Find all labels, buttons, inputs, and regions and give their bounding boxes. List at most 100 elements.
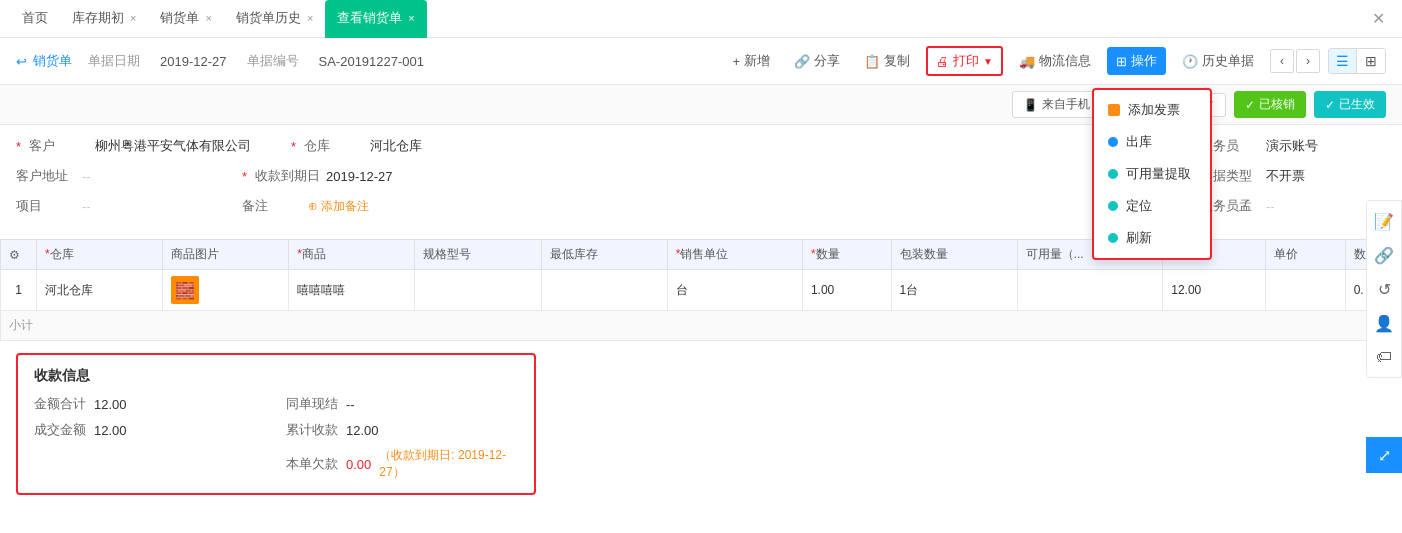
unit-price-col-header: 单价 <box>1266 240 1346 270</box>
tag-icon: 🏷 <box>1376 348 1392 366</box>
transaction-row: 成交金额 12.00 <box>34 421 266 439</box>
sidebar-user-button[interactable]: 👤 <box>1368 307 1400 339</box>
sales-unit-col-header: *销售单位 <box>667 240 802 270</box>
sidebar-note-button[interactable]: 📝 <box>1368 205 1400 237</box>
sidebar-tag-button[interactable]: 🏷 <box>1368 341 1400 373</box>
check-icon: ✓ <box>1245 98 1255 112</box>
locate-item[interactable]: 定位 <box>1094 190 1210 222</box>
total-amount-row: 金额合计 12.00 <box>34 395 266 413</box>
warehouse-col-header: *仓库 <box>37 240 163 270</box>
operation-button[interactable]: ⊞ 操作 <box>1107 47 1166 75</box>
window-close-button[interactable]: ✕ <box>1364 5 1392 33</box>
warehouse-field: * 仓库 河北仓库 <box>291 137 490 155</box>
available-qty-icon <box>1108 169 1118 179</box>
product-col-header: *商品 <box>289 240 415 270</box>
number-value: SA-20191227-001 <box>319 54 425 69</box>
logistics-icon: 🚚 <box>1019 54 1035 69</box>
tab-bar: 首页 库存期初 × 销货单 × 销货单历史 × 查看销货单 × ✕ <box>0 0 1402 38</box>
refresh-item[interactable]: 刷新 <box>1094 222 1210 254</box>
note-icon: 📝 <box>1374 212 1394 231</box>
copy-icon: 📋 <box>864 54 880 69</box>
share-button[interactable]: 🔗 分享 <box>786 48 848 74</box>
tab-close-view-sales[interactable]: × <box>408 12 414 24</box>
history-icon: 🕐 <box>1182 54 1198 69</box>
date-value: 2019-12-27 <box>160 54 227 69</box>
row-min-stock-cell <box>541 270 667 311</box>
print-icon: 🖨 <box>936 54 949 69</box>
tab-sales-order[interactable]: 销货单 × <box>148 0 223 38</box>
rotate-icon: ↺ <box>1378 280 1391 299</box>
model-col-header: 规格型号 <box>415 240 541 270</box>
balance-row: 本单欠款 0.00 （收款到期日: 2019-12-27） <box>286 447 518 481</box>
tab-close-inventory[interactable]: × <box>130 12 136 24</box>
grid-icon: ⊞ <box>1116 54 1127 69</box>
copy-button[interactable]: 📋 复制 <box>856 48 918 74</box>
tab-sales-history[interactable]: 销货单历史 × <box>224 0 325 38</box>
header-actions: + 新增 🔗 分享 📋 复制 🖨 打印 ▼ 🚚 物流信息 ⊞ <box>725 46 1387 76</box>
doc-header: ↩ 销货单 单据日期 2019-12-27 单据编号 SA-20191227-0… <box>0 38 1402 85</box>
tab-inventory-init[interactable]: 库存期初 × <box>60 0 148 38</box>
salesperson-field: * 业务员孟 -- <box>1187 197 1386 215</box>
tab-home[interactable]: 首页 <box>10 0 60 38</box>
row-product-img-cell: 🧱 <box>163 270 289 311</box>
next-doc-button[interactable]: › <box>1296 49 1320 73</box>
row-stock-cell: 12.00 <box>1163 270 1266 311</box>
product-thumbnail: 🧱 <box>171 276 199 304</box>
staff-field: 业务员 演示账号 <box>1200 137 1386 155</box>
plus-icon: + <box>733 54 741 69</box>
row-product-cell: 嘻嘻嘻嘻 <box>289 270 415 311</box>
plus-note-icon: ⊕ <box>308 199 318 213</box>
doc-meta: 单据日期 2019-12-27 单据编号 SA-20191227-001 <box>88 52 424 70</box>
prev-doc-button[interactable]: ‹ <box>1270 49 1294 73</box>
history-docs-button[interactable]: 🕐 历史单据 <box>1174 48 1262 74</box>
address-field: 客户地址 -- <box>16 167 202 185</box>
doc-type-icon: ↩ 销货单 <box>16 52 72 70</box>
add-note-button[interactable]: ⊕ 添加备注 <box>308 198 369 215</box>
subtotal-cell: 小计 <box>1 311 1402 341</box>
refresh-icon <box>1108 233 1118 243</box>
outbound-item[interactable]: 出库 <box>1094 126 1210 158</box>
expand-button[interactable]: ⤢ <box>1366 437 1402 473</box>
add-invoice-icon <box>1108 104 1120 116</box>
already-cancelled-button[interactable]: ✓ 已核销 <box>1234 91 1306 118</box>
tab-close-history[interactable]: × <box>307 12 313 24</box>
table-row: 1 河北仓库 🧱 嘻嘻嘻嘻 台 1.00 1台 12.00 0. <box>1 270 1402 311</box>
share-icon: 🔗 <box>794 54 810 69</box>
available-qty-item[interactable]: 可用量提取 <box>1094 158 1210 190</box>
pack-qty-col-header: 包装数量 <box>891 240 1017 270</box>
product-img-col-header: 商品图片 <box>163 240 289 270</box>
subtotal-row: 小计 <box>1 311 1402 341</box>
logistics-button[interactable]: 🚚 物流信息 <box>1011 48 1099 74</box>
row-num-cell: 1 <box>1 270 37 311</box>
row-model-cell <box>415 270 541 311</box>
from-mobile-button[interactable]: 📱 来自手机 <box>1012 91 1101 118</box>
user-icon: 👤 <box>1374 314 1394 333</box>
remark-field: 备注 ⊕ 添加备注 <box>242 197 369 215</box>
right-sidebar: 📝 🔗 ↺ 👤 🏷 <box>1366 200 1402 378</box>
cumulative-row: 累计收款 12.00 <box>286 421 518 439</box>
same-order-row: 同单现结 -- <box>286 395 518 413</box>
locate-icon <box>1108 201 1118 211</box>
doc-title-section: ↩ 销货单 单据日期 2019-12-27 单据编号 SA-20191227-0… <box>16 52 424 70</box>
sidebar-link-button[interactable]: 🔗 <box>1368 239 1400 271</box>
tab-view-sales[interactable]: 查看销货单 × <box>325 0 426 38</box>
min-stock-col-header: 最低库存 <box>541 240 667 270</box>
due-date-field: * 收款到期日 2019-12-27 <box>242 167 446 185</box>
sidebar-rotate-button[interactable]: ↺ <box>1368 273 1400 305</box>
new-button[interactable]: + 新增 <box>725 48 779 74</box>
outbound-icon <box>1108 137 1118 147</box>
add-invoice-item[interactable]: 添加发票 <box>1094 94 1210 126</box>
already-effective-button[interactable]: ✓ 已生效 <box>1314 91 1386 118</box>
effective-icon: ✓ <box>1325 98 1335 112</box>
sales-order-icon: ↩ <box>16 54 27 69</box>
settings-icon[interactable]: ⚙ <box>9 248 20 262</box>
doc-type-label: 销货单 <box>33 52 72 70</box>
tab-close-sales[interactable]: × <box>205 12 211 24</box>
nav-arrows: ‹ › <box>1270 49 1320 73</box>
number-label: 单据编号 <box>247 52 299 70</box>
grid-view-button[interactable]: ⊞ <box>1357 49 1385 73</box>
summary-grid: 金额合计 12.00 同单现结 -- 成交金额 12.00 累计收款 12.00… <box>34 395 518 481</box>
list-view-button[interactable]: ☰ <box>1329 49 1357 73</box>
print-button[interactable]: 🖨 打印 ▼ <box>926 46 1003 76</box>
project-field: 项目 -- <box>16 197 202 215</box>
